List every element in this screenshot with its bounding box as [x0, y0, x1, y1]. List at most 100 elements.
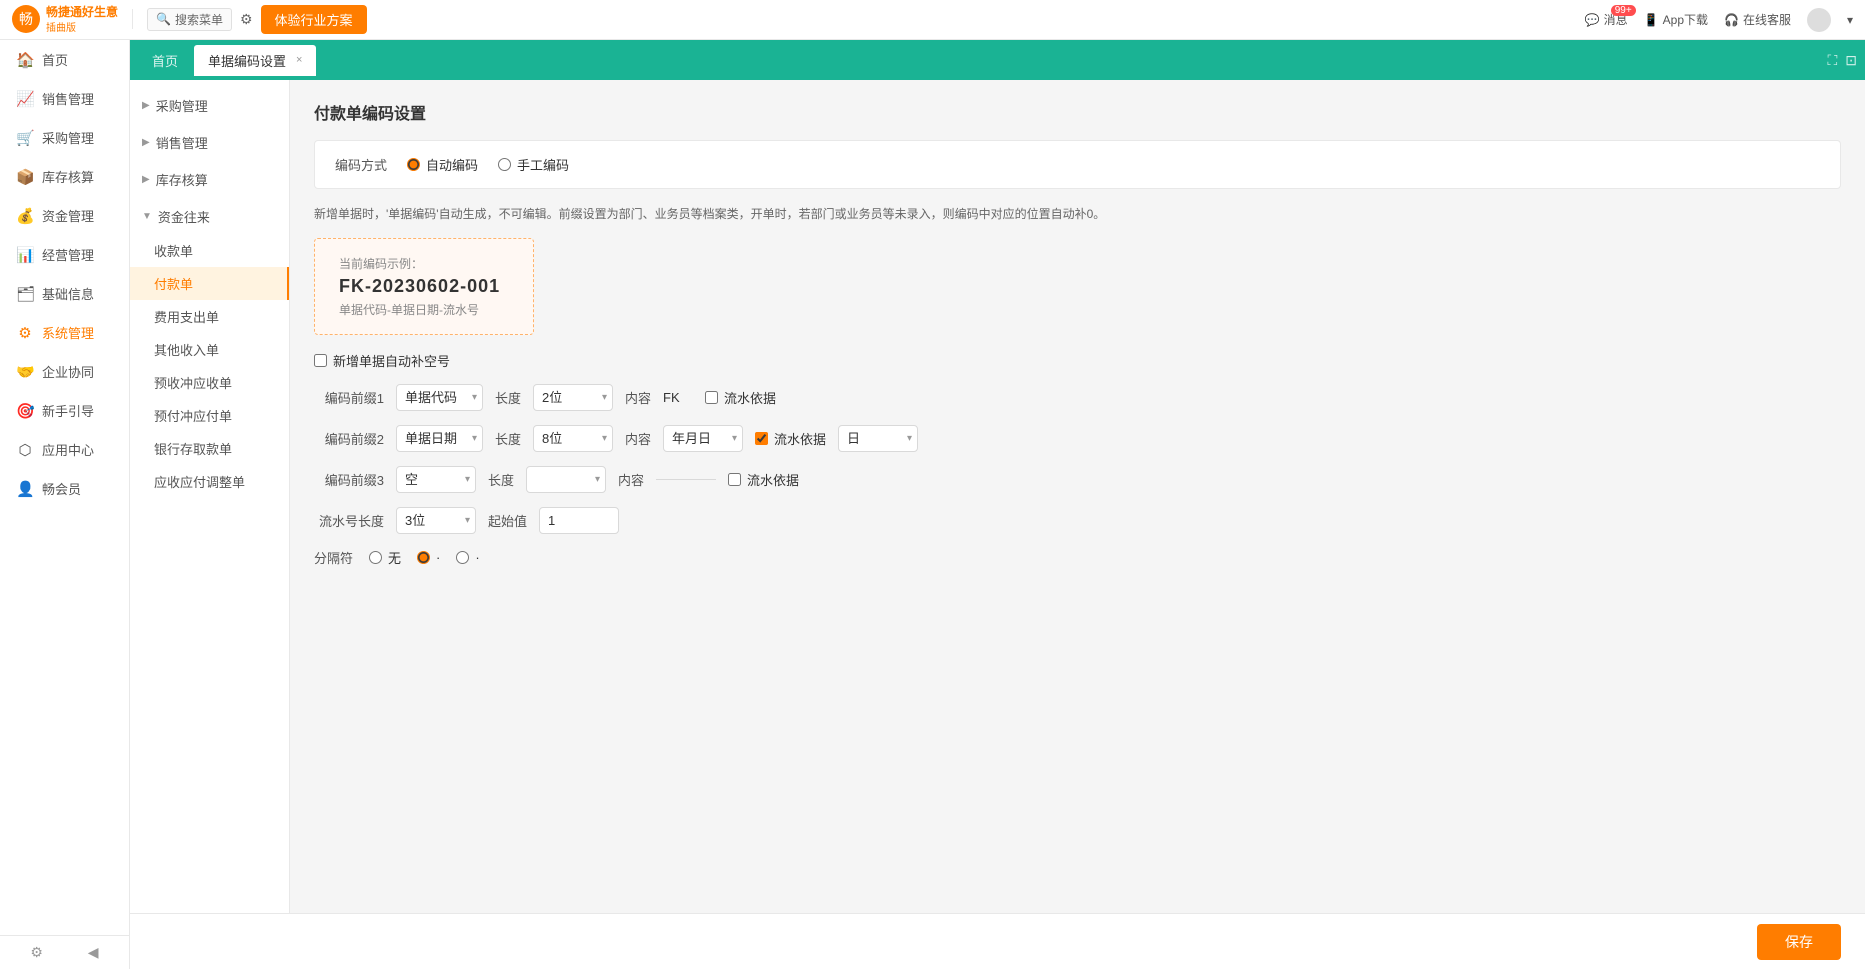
sub-group-purchase-header[interactable]: ▶ 采购管理 — [130, 88, 289, 123]
save-button[interactable]: 保存 — [1757, 924, 1841, 960]
sidebar-item-inventory[interactable]: 📦 库存核算 — [0, 157, 129, 196]
auto-fill-row: 新增单据自动补空号 — [314, 351, 1841, 370]
serial-length-label: 流水号长度 — [314, 511, 384, 530]
length1-select[interactable]: 2位 — [533, 384, 613, 411]
sub-group-purchase: ▶ 采购管理 — [130, 88, 289, 123]
serial-length-select[interactable]: 3位 — [396, 507, 476, 534]
sub-group-inventory-header[interactable]: ▶ 库存核算 — [130, 162, 289, 197]
dropdown-icon[interactable]: ▾ — [1847, 13, 1853, 27]
manual-encoding-option[interactable]: 手工编码 — [498, 155, 569, 174]
search-box[interactable]: 🔍 搜索菜单 — [147, 8, 232, 31]
length3-select-wrapper — [526, 466, 606, 493]
length2-select-wrapper: 8位 — [533, 425, 613, 452]
chevron-right-icon2: ▶ — [142, 137, 150, 148]
tab-bar: 首页 单据编码设置 × ⛶ ⊡ — [130, 40, 1865, 80]
separator-dot-option[interactable]: · — [417, 550, 440, 565]
sub-item-payment[interactable]: 付款单 — [130, 267, 289, 300]
sub-group-sales-header[interactable]: ▶ 销售管理 — [130, 125, 289, 160]
tab-close-icon[interactable]: × — [296, 54, 302, 66]
sidebar-item-member[interactable]: 👤 畅会员 — [0, 469, 129, 508]
serial-length-row: 流水号长度 3位 起始值 — [314, 507, 1841, 534]
service-btn[interactable]: 🎧 在线客服 — [1724, 11, 1791, 28]
sidebar-item-sales[interactable]: 📈 销售管理 — [0, 79, 129, 118]
serial1-check-label: 流水依据 — [705, 388, 776, 407]
chevron-right-icon3: ▶ — [142, 174, 150, 185]
sub-item-bank[interactable]: 银行存取款单 — [130, 432, 289, 465]
prefix3-select-wrapper: 空 — [396, 466, 476, 493]
sidebar-item-home[interactable]: 🏠 首页 — [0, 40, 129, 79]
prefix1-select[interactable]: 单据代码 — [396, 384, 483, 411]
separator-label: 分隔符 — [314, 548, 353, 567]
tab-home[interactable]: 首页 — [138, 45, 192, 76]
auto-encoding-option[interactable]: 自动编码 — [407, 155, 478, 174]
prefix3-select[interactable]: 空 — [396, 466, 476, 493]
prefix2-select[interactable]: 单据日期 — [396, 425, 483, 452]
brand: 畅 畅捷通好生意 插曲版 — [12, 5, 118, 34]
period-select-wrapper: 日 — [838, 425, 918, 452]
chevron-right-icon: ▶ — [142, 100, 150, 111]
encoding-radio-group: 编码方式 自动编码 手工编码 — [335, 155, 1820, 174]
guide-icon: 🎯 — [16, 402, 34, 420]
length3-select[interactable] — [526, 466, 606, 493]
serial1-checkbox[interactable] — [705, 391, 718, 404]
expand-icon[interactable]: ⛶ — [1827, 52, 1837, 69]
chevron-down-icon: ▼ — [142, 211, 152, 222]
separator-option2-radio[interactable] — [456, 551, 469, 564]
brand-icon: 畅 — [12, 5, 40, 33]
user-avatar[interactable] — [1807, 8, 1831, 32]
separator-option2[interactable]: · — [456, 550, 479, 565]
prefix2-row: 编码前缀2 单据日期 长度 8位 内容 — [314, 425, 1841, 452]
serial2-check-label: 流水依据 — [755, 429, 826, 448]
sidebar-item-operation[interactable]: 📊 经营管理 — [0, 235, 129, 274]
app-download-btn[interactable]: 📱 App下载 — [1644, 11, 1708, 28]
content2-label: 内容 — [625, 429, 651, 448]
basic-icon: 🗂 — [16, 285, 34, 303]
sidebar-item-finance[interactable]: 💰 资金管理 — [0, 196, 129, 235]
shrink-icon[interactable]: ⊡ — [1845, 52, 1857, 69]
sub-group-capital-header[interactable]: ▼ 资金往来 — [130, 199, 289, 234]
content-panel: 付款单编码设置 编码方式 自动编码 手工编码 — [290, 80, 1865, 913]
manual-encoding-radio[interactable] — [498, 158, 511, 171]
separator-none-radio[interactable] — [369, 551, 382, 564]
sub-group-inventory: ▶ 库存核算 — [130, 162, 289, 197]
auto-fill-checkbox[interactable] — [314, 354, 327, 367]
tab-bar-right: ⛶ ⊡ — [1827, 52, 1857, 69]
sub-item-expense[interactable]: 费用支出单 — [130, 300, 289, 333]
auto-encoding-radio[interactable] — [407, 158, 420, 171]
collab-icon: 🤝 — [16, 363, 34, 381]
sidebar-item-basic[interactable]: 🗂 基础信息 — [0, 274, 129, 313]
headset-icon: 🎧 — [1724, 13, 1739, 27]
content1-label: 内容 — [625, 388, 651, 407]
sub-item-advance-offset[interactable]: 预付冲应付单 — [130, 399, 289, 432]
prefix2-select-wrapper: 单据日期 — [396, 425, 483, 452]
length2-select[interactable]: 8位 — [533, 425, 613, 452]
length1-label: 长度 — [495, 388, 521, 407]
sidebar-item-apps[interactable]: ⬡ 应用中心 — [0, 430, 129, 469]
content2-select[interactable]: 年月日 — [663, 425, 743, 452]
separator-none-option[interactable]: 无 — [369, 548, 401, 567]
msg-btn[interactable]: 💬 消息 99+ — [1585, 11, 1628, 28]
sub-item-receipt[interactable]: 收款单 — [130, 234, 289, 267]
footer-settings-icon[interactable]: ⚙ — [30, 944, 43, 961]
industry-btn[interactable]: 体验行业方案 — [261, 5, 367, 34]
serial3-checkbox[interactable] — [728, 473, 741, 486]
sidebar-item-guide[interactable]: 🎯 新手引导 — [0, 391, 129, 430]
separator-row: 分隔符 无 · · — [314, 548, 1841, 567]
serial2-checkbox[interactable] — [755, 432, 768, 445]
sidebar-item-collab[interactable]: 🤝 企业协同 — [0, 352, 129, 391]
sub-item-other-income[interactable]: 其他收入单 — [130, 333, 289, 366]
footer-collapse-icon[interactable]: ◀ — [88, 944, 99, 961]
sidebar-item-purchase[interactable]: 🛒 采购管理 — [0, 118, 129, 157]
prefix3-row: 编码前缀3 空 长度 内容 — [314, 466, 1841, 493]
sub-item-adjust[interactable]: 应收应付调整单 — [130, 465, 289, 498]
sidebar-item-system[interactable]: ⚙ 系统管理 — [0, 313, 129, 352]
operation-icon: 📊 — [16, 246, 34, 264]
home-icon: 🏠 — [16, 51, 34, 69]
sub-item-prepay-offset[interactable]: 预收冲应收单 — [130, 366, 289, 399]
start-value-input[interactable] — [539, 507, 619, 534]
settings-icon[interactable]: ⚙ — [240, 11, 253, 28]
tab-encoding[interactable]: 单据编码设置 × — [194, 45, 316, 76]
period-select[interactable]: 日 — [838, 425, 918, 452]
separator-dot-radio[interactable] — [417, 551, 430, 564]
msg-icon: 💬 — [1585, 13, 1600, 27]
